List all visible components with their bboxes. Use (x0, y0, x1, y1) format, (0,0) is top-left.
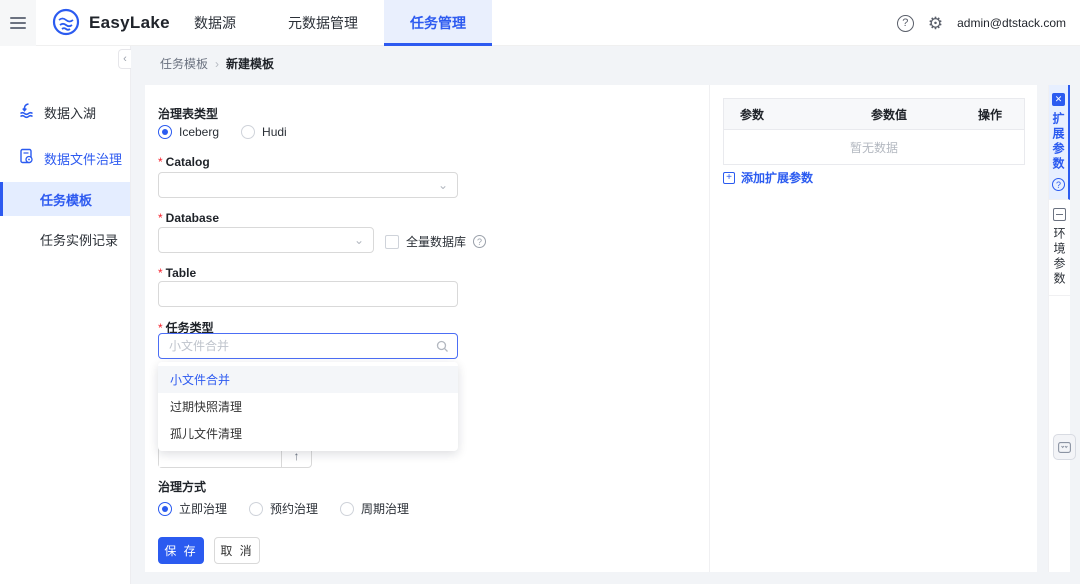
sidebar-item-label: 任务模板 (40, 190, 92, 209)
sidebar-item-label: 任务实例记录 (40, 230, 118, 249)
easylake-logo-icon (52, 8, 80, 39)
question-circle-icon[interactable]: ? (1052, 178, 1065, 191)
table-type-radio-group: Iceberg Hudi (158, 125, 287, 139)
catalog-select-input[interactable] (159, 173, 457, 197)
gear-icon[interactable]: ⚙ (928, 15, 943, 32)
environment-params-icon (1053, 208, 1066, 221)
add-extended-param-link[interactable]: + 添加扩展参数 (723, 169, 813, 186)
sidebar-item-task-instance-records[interactable]: 任务实例记录 (0, 222, 130, 256)
table-label: *Table (158, 266, 196, 280)
radio-scheduled-governance[interactable]: 预约治理 (249, 500, 318, 517)
form-actions: 保 存 取 消 (158, 537, 260, 564)
breadcrumb: 任务模板 › 新建模板 (160, 55, 274, 72)
breadcrumb-separator-icon: › (215, 57, 219, 71)
search-icon (436, 340, 449, 356)
right-tab-strip: ✕ 扩展参数 ? 环境参数 (1048, 85, 1070, 572)
question-circle-icon[interactable]: ? (473, 235, 486, 248)
nav-tab-metadata[interactable]: 元数据管理 (262, 0, 384, 46)
radio-selected-icon (158, 502, 172, 516)
page: EasyLake 数据源 元数据管理 任务管理 ? ⚙ admin@dtstac… (0, 0, 1080, 584)
file-governance-icon (18, 148, 35, 168)
brand-name: EasyLake (89, 13, 170, 33)
sidebar-item-task-template[interactable]: 任务模板 (0, 182, 130, 216)
radio-hudi[interactable]: Hudi (241, 125, 287, 139)
radio-periodic-governance[interactable]: 周期治理 (340, 500, 409, 517)
empty-state-text: 暂无数据 (724, 130, 1024, 164)
govern-mode-label: 治理方式 (158, 478, 206, 495)
hamburger-menu-icon[interactable] (10, 14, 26, 32)
top-nav: 数据源 元数据管理 任务管理 (168, 0, 492, 46)
table-text-input[interactable] (159, 282, 457, 306)
dropdown-option-orphan-file-clean[interactable]: 孤儿文件清理 (158, 420, 458, 447)
brand-logo[interactable]: EasyLake (52, 0, 170, 46)
tab-environment-params[interactable]: 环境参数 (1049, 200, 1070, 296)
column-param: 参数 (724, 106, 834, 123)
breadcrumb-current: 新建模板 (226, 55, 274, 72)
database-label: *Database (158, 211, 219, 225)
radio-iceberg[interactable]: Iceberg (158, 125, 219, 139)
column-param-value: 参数值 (834, 106, 944, 123)
tab-extended-params[interactable]: ✕ 扩展参数 ? (1049, 85, 1070, 200)
database-select[interactable]: ⌄ (158, 227, 374, 253)
sidebar-item-label: 数据入湖 (44, 103, 96, 122)
params-table: 参数 参数值 操作 暂无数据 (723, 98, 1025, 165)
full-database-checkbox[interactable] (385, 235, 399, 249)
radio-selected-icon (158, 125, 172, 139)
full-database-label: 全量数据库 (406, 233, 466, 250)
sidebar-item-label: 数据文件治理 (44, 149, 122, 168)
column-actions: 操作 (944, 106, 1024, 123)
task-type-search-input[interactable] (159, 334, 457, 358)
extended-params-panel: 参数 参数值 操作 暂无数据 + 添加扩展参数 (709, 85, 1037, 572)
dropdown-option-expired-snapshot-clean[interactable]: 过期快照清理 (158, 393, 458, 420)
radio-unselected-icon (249, 502, 263, 516)
dropdown-option-small-file-merge[interactable]: 小文件合并 (158, 366, 458, 393)
sidebar-collapse-icon[interactable]: ‹ (118, 49, 131, 69)
task-type-dropdown: 小文件合并 过期快照清理 孤儿文件清理 (158, 362, 458, 451)
table-input[interactable] (158, 281, 458, 307)
top-header: EasyLake 数据源 元数据管理 任务管理 ? ⚙ admin@dtstac… (0, 0, 1080, 46)
chevron-up-icon: ⌃ (112, 153, 120, 164)
user-email[interactable]: admin@dtstack.com (957, 16, 1066, 30)
nav-tab-datasource[interactable]: 数据源 (168, 0, 262, 46)
hamburger-strip (0, 0, 36, 46)
lake-inflow-icon (18, 102, 35, 122)
params-table-header: 参数 参数值 操作 (724, 99, 1024, 130)
catalog-select[interactable]: ⌄ (158, 172, 458, 198)
task-type-select[interactable] (158, 333, 458, 359)
new-template-form: 治理表类型 Iceberg Hudi *Catalog ⌄ *Database … (145, 85, 709, 572)
radio-unselected-icon (241, 125, 255, 139)
save-button[interactable]: 保 存 (158, 537, 204, 564)
catalog-label: *Catalog (158, 155, 210, 169)
cancel-button[interactable]: 取 消 (214, 537, 260, 564)
full-database-option: 全量数据库 ? (385, 233, 486, 250)
add-link-label: 添加扩展参数 (741, 169, 813, 186)
plus-square-icon: + (723, 172, 735, 184)
nav-tab-task-management[interactable]: 任务管理 (384, 0, 492, 46)
assistant-widget-icon[interactable] (1053, 434, 1076, 460)
radio-unselected-icon (340, 502, 354, 516)
table-type-label: 治理表类型 (158, 105, 218, 122)
radio-immediate-governance[interactable]: 立即治理 (158, 500, 227, 517)
sidebar: ‹ 数据入湖 数据文件治理 (0, 46, 131, 584)
extended-params-icon: ✕ (1052, 93, 1065, 106)
sidebar-item-data-into-lake[interactable]: 数据入湖 (0, 94, 130, 130)
database-select-input[interactable] (159, 228, 373, 252)
sidebar-item-data-file-governance[interactable]: 数据文件治理 ⌃ (0, 140, 130, 176)
header-right: ? ⚙ admin@dtstack.com (897, 0, 1066, 46)
help-icon[interactable]: ? (897, 15, 914, 32)
breadcrumb-parent[interactable]: 任务模板 (160, 55, 208, 72)
govern-mode-radio-group: 立即治理 预约治理 周期治理 (158, 500, 409, 517)
